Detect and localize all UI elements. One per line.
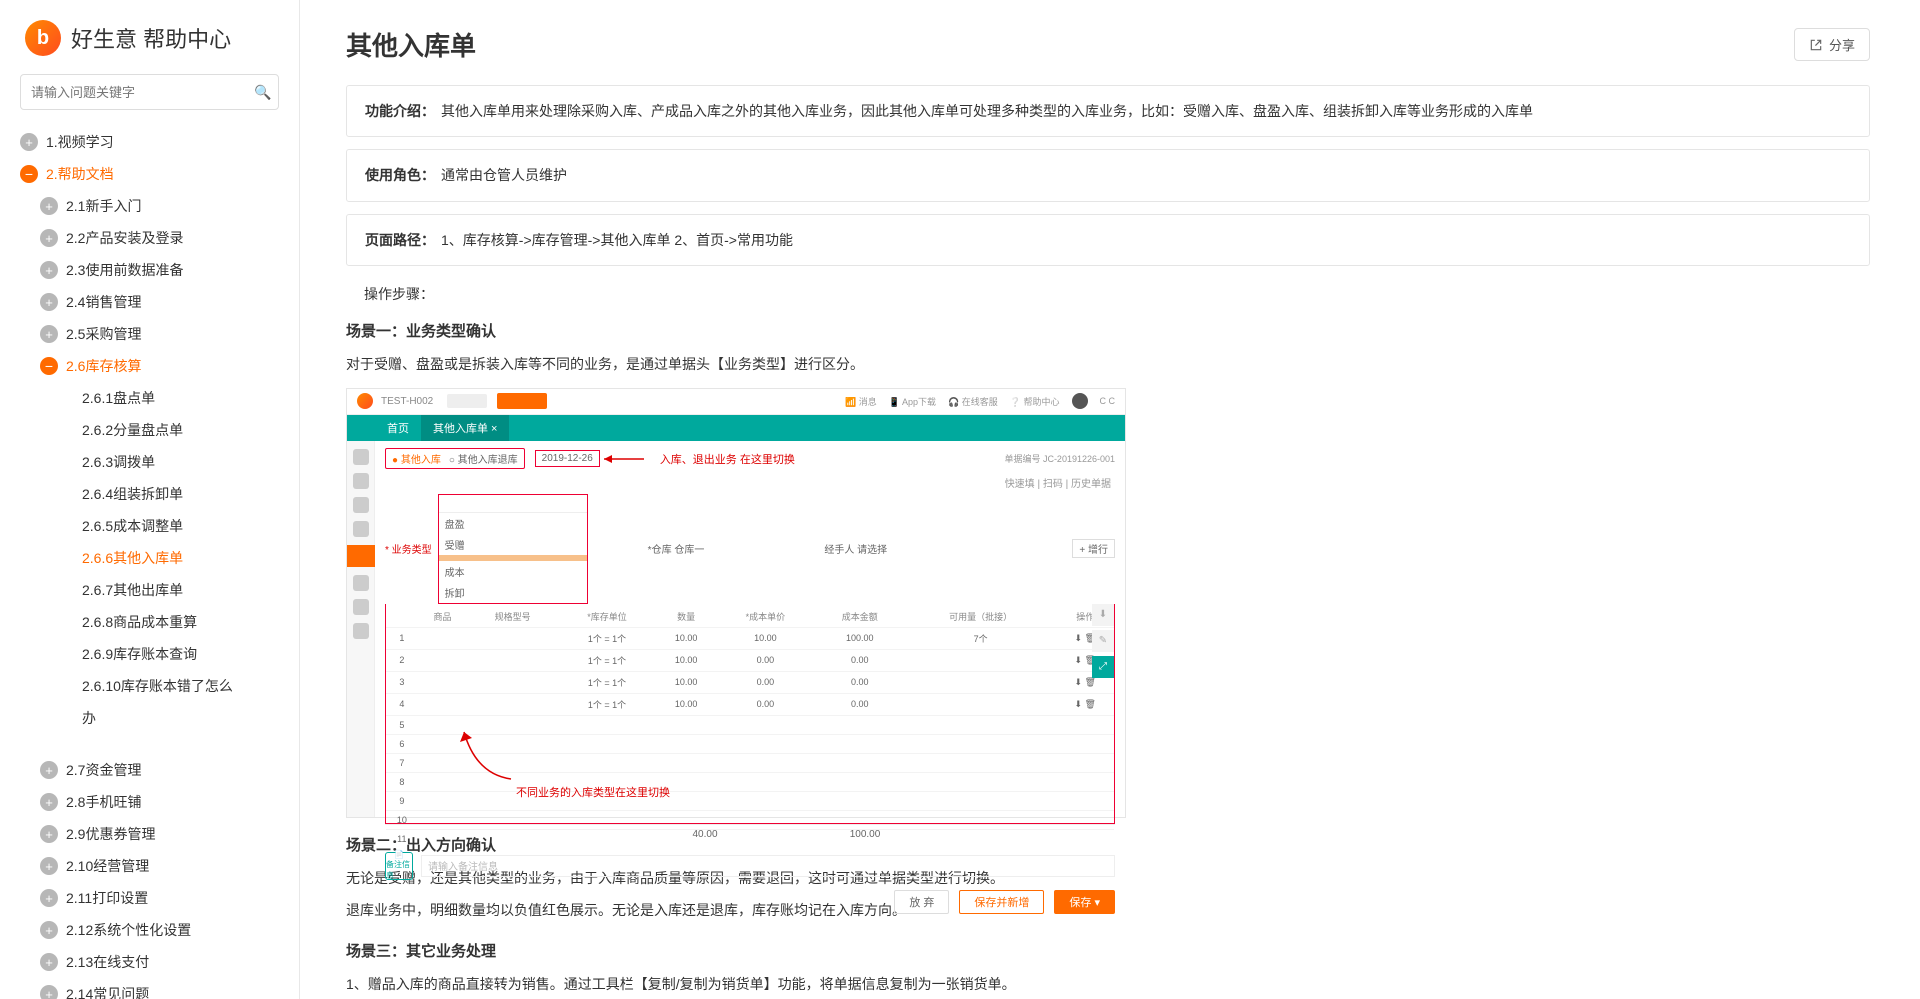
expand-icon: +: [40, 261, 58, 279]
fig-tabbar: 首页 其他入库单 ×: [347, 415, 1125, 441]
intro-box: 功能介绍：其他入库单用来处理除采购入库、产成品入库之外的其他入库业务，因此其他入…: [346, 85, 1870, 137]
share-button[interactable]: 分享: [1794, 28, 1870, 61]
nav-item-2-4[interactable]: +2.4销售管理: [40, 286, 259, 318]
nav-leaf-2-6-5[interactable]: 2.6.5成本调整单: [78, 510, 239, 542]
scene3-p: 1、赠品入库的商品直接转为销售。通过工具栏【复制/复制为销货单】功能，将单据信息…: [346, 971, 1870, 998]
expand-icon: +: [40, 921, 58, 939]
screenshot-figure: TEST-H002 📶 消息 📱 App下载 🎧 在线客服 ❔ 帮助中心 C C…: [346, 388, 1126, 818]
fig-search-stub: [447, 394, 487, 408]
fig-annotation-1: 入库、退出业务 在这里切换: [660, 451, 795, 467]
expand-icon: +: [40, 197, 58, 215]
fig-tab-doc: 其他入库单 ×: [421, 415, 509, 441]
nav-leaf-2-6-6[interactable]: 2.6.6其他入库单: [78, 542, 239, 574]
nav-leaf-2-6-1[interactable]: 2.6.1盘点单: [78, 382, 239, 414]
steps-label: 操作步骤：: [364, 284, 1870, 304]
fig-save-add-button: 保存并新增: [959, 890, 1044, 914]
nav-item-2-2[interactable]: +2.2产品安装及登录: [40, 222, 259, 254]
nav-item-2-8[interactable]: +2.8手机旺铺: [40, 786, 259, 818]
nav-leaf-2-6-10[interactable]: 2.6.10库存账本错了怎么办: [78, 670, 239, 734]
sidebar: b 好生意 帮助中心 🔍 +1.视频学习 −2.帮助文档 +2.1新手入门 +2…: [0, 0, 300, 999]
fig-table-wrap: 商品规格型号*库存单位数量*成本单价成本金额可用量（批接）操作11个 = 1个1…: [385, 604, 1115, 824]
collapse-icon: −: [40, 357, 58, 375]
nav-item-2-11[interactable]: +2.11打印设置: [40, 882, 259, 914]
nav-item-helpdocs[interactable]: −2.帮助文档: [20, 158, 279, 190]
scene1-text: 对于受赠、盘盈或是拆装入库等不同的业务，是通过单据头【业务类型】进行区分。: [346, 351, 1870, 378]
nav-leaf-2-6-7[interactable]: 2.6.7其他出库单: [78, 574, 239, 606]
fig-left-rail: [347, 441, 375, 817]
expand-icon: +: [40, 857, 58, 875]
share-icon: [1809, 38, 1823, 52]
main-content: 其他入库单 分享 功能介绍：其他入库单用来处理除采购入库、产成品入库之外的其他入…: [300, 0, 1920, 999]
fig-orange-button: [497, 393, 547, 409]
expand-icon: +: [40, 293, 58, 311]
nav-item-video[interactable]: +1.视频学习: [20, 126, 279, 158]
scene3-title: 场景三：其它业务处理: [346, 940, 1870, 961]
expand-icon: +: [40, 825, 58, 843]
fig-memo-input: 请输入备注信息: [421, 855, 1115, 877]
path-box: 页面路径：1、库存核算->库存管理->其他入库单 2、首页->常用功能: [346, 214, 1870, 266]
nav-item-2-1[interactable]: +2.1新手入门: [40, 190, 259, 222]
nav-item-2-6[interactable]: −2.6库存核算: [40, 350, 259, 382]
fig-discard-button: 放 弃: [894, 890, 949, 914]
scene1-title: 场景一：业务类型确认: [346, 320, 1870, 341]
nav-leaf-2-6-4[interactable]: 2.6.4组装拆卸单: [78, 478, 239, 510]
fig-right-tools: ⬇✎⤢: [1092, 604, 1114, 682]
fig-top-right: 📶 消息 📱 App下载 🎧 在线客服 ❔ 帮助中心 C C: [845, 393, 1115, 409]
nav-item-2-10[interactable]: +2.10经营管理: [40, 850, 259, 882]
nav-item-2-3[interactable]: +2.3使用前数据准备: [40, 254, 259, 286]
search-icon[interactable]: 🔍: [248, 84, 278, 101]
search-box[interactable]: 🔍: [20, 74, 279, 110]
fig-biztype-dropdown: 盘盈 受赠 成本 拆卸: [438, 494, 588, 604]
expand-icon: +: [40, 985, 58, 999]
fig-body: ● 其他入库○ 其他入库退库 2019-12-26 入库、退出业务 在这里切换 …: [375, 441, 1125, 817]
search-input[interactable]: [21, 85, 248, 100]
fig-save-button: 保存 ▾: [1054, 890, 1115, 914]
page-title: 其他入库单: [346, 26, 476, 63]
brand-title: 好生意 帮助中心: [71, 22, 231, 54]
expand-icon: +: [40, 889, 58, 907]
brand-row: b 好生意 帮助中心: [0, 20, 299, 74]
expand-icon: +: [40, 953, 58, 971]
expand-icon: +: [40, 761, 58, 779]
fig-date-box: 2019-12-26: [535, 450, 600, 467]
fig-radio-group: ● 其他入库○ 其他入库退库: [385, 448, 525, 469]
nav-item-2-12[interactable]: +2.12系统个性化设置: [40, 914, 259, 946]
nav-leaf-2-6-3[interactable]: 2.6.3调拨单: [78, 446, 239, 478]
expand-icon: +: [40, 325, 58, 343]
fig-topbar: TEST-H002 📶 消息 📱 App下载 🎧 在线客服 ❔ 帮助中心 C C: [347, 389, 1125, 415]
nav-leaf-2-6-8[interactable]: 2.6.8商品成本重算: [78, 606, 239, 638]
logo-icon: b: [25, 20, 61, 56]
nav-tree: +1.视频学习 −2.帮助文档 +2.1新手入门 +2.2产品安装及登录 +2.…: [0, 126, 299, 999]
nav-item-2-14[interactable]: +2.14常见问题: [40, 978, 259, 999]
role-box: 使用角色：通常由仓管人员维护: [346, 149, 1870, 201]
expand-icon: +: [40, 229, 58, 247]
nav-item-2-7[interactable]: +2.7资金管理: [40, 754, 259, 786]
fig-logo-icon: [357, 393, 373, 409]
collapse-icon: −: [20, 165, 38, 183]
avatar-icon: [1072, 393, 1088, 409]
expand-icon: +: [20, 133, 38, 151]
fig-rail-active-icon: [347, 545, 375, 567]
nav-item-2-13[interactable]: +2.13在线支付: [40, 946, 259, 978]
nav-leaf-2-6-9[interactable]: 2.6.9库存账本查询: [78, 638, 239, 670]
memo-icon: 📄备注信息: [385, 852, 413, 880]
nav-item-2-9[interactable]: +2.9优惠券管理: [40, 818, 259, 850]
nav-leaf-2-6-2[interactable]: 2.6.2分量盘点单: [78, 414, 239, 446]
fig-annotation-2: 不同业务的入库类型在这里切换: [516, 784, 670, 800]
fig-tab-home: 首页: [375, 415, 421, 441]
nav-item-2-5[interactable]: +2.5采购管理: [40, 318, 259, 350]
expand-icon: +: [40, 793, 58, 811]
